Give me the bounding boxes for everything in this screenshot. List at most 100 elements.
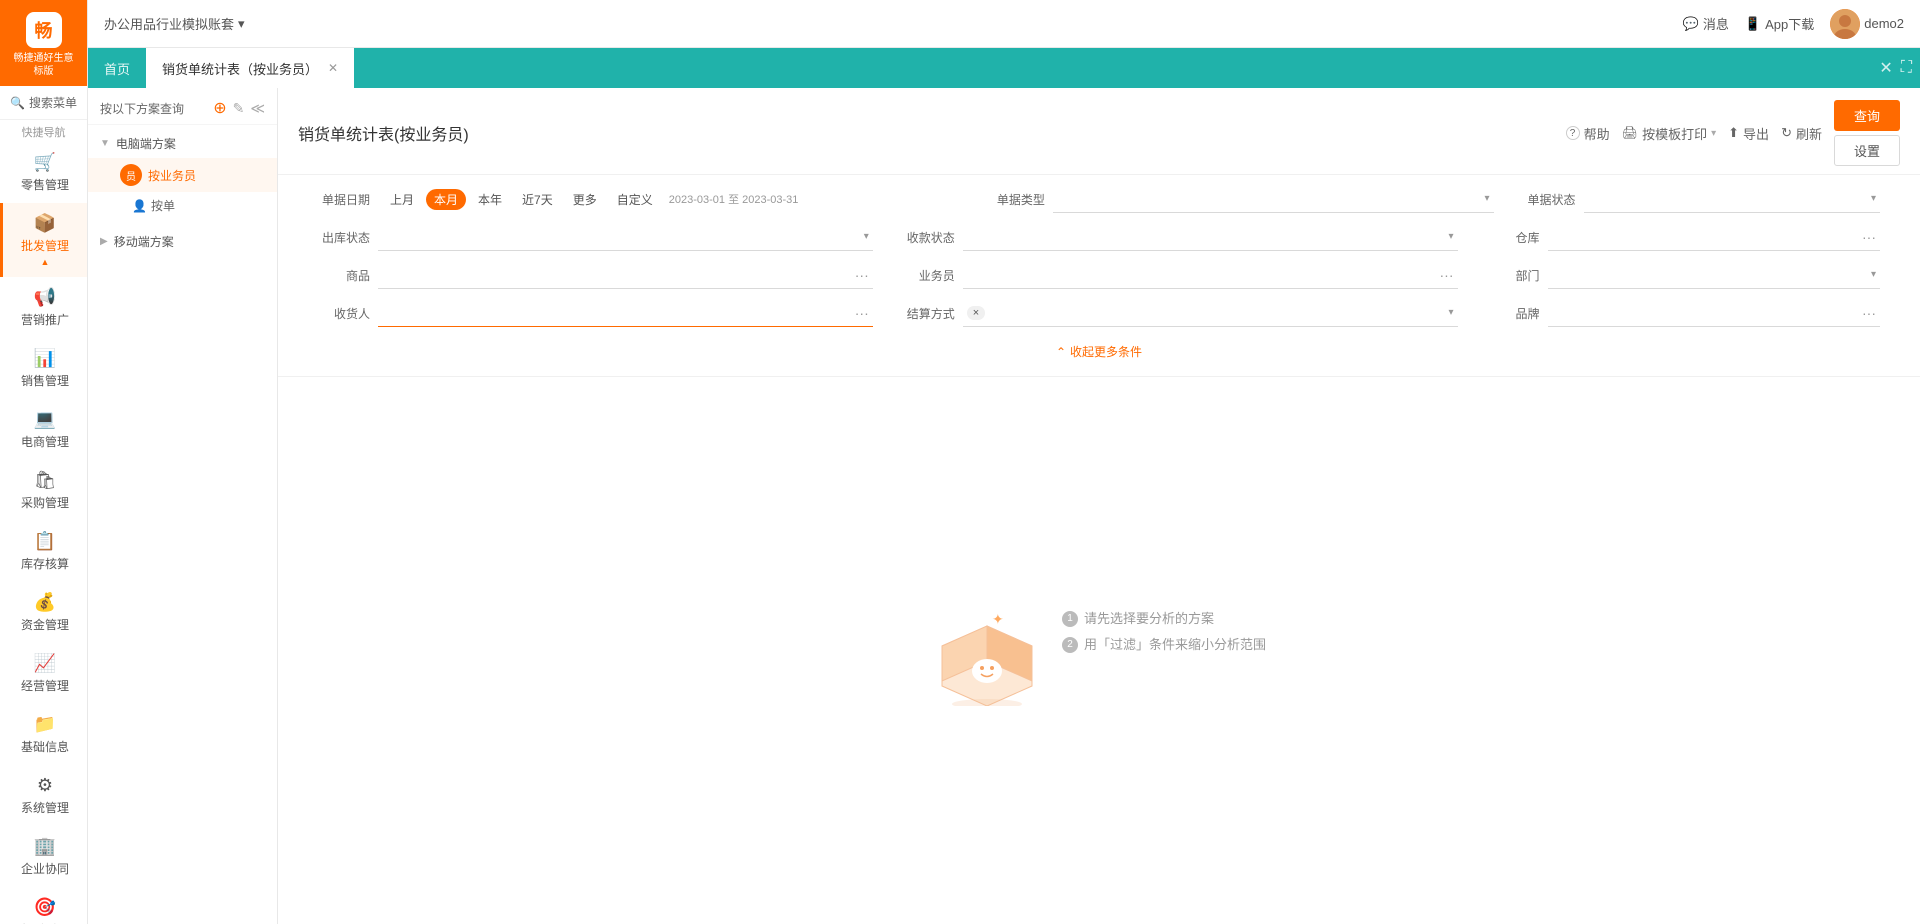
data-area: ✦ 1 请先选择要分析的方案 xyxy=(278,377,1920,924)
scheme-group-mobile: ▶ 移动端方案 xyxy=(88,223,277,260)
sidebar-item-finance[interactable]: 💰 资金管理 xyxy=(0,582,87,643)
doc-status-filter[interactable]: ▾ xyxy=(1584,185,1880,213)
tab-close-icon[interactable]: ✕ xyxy=(328,61,338,75)
salesperson-label: 业务员 xyxy=(893,267,963,284)
date-this-month[interactable]: 本月 xyxy=(426,189,466,210)
warehouse-filter[interactable]: ··· xyxy=(1548,223,1881,251)
scheme-item-by-salesperson[interactable]: 员 按业务员 xyxy=(88,158,277,192)
sidebar-item-enterprise-label: 企业协同 xyxy=(21,860,69,877)
date-custom[interactable]: 自定义 xyxy=(609,189,661,210)
workspace-selector[interactable]: 办公用品行业模拟账套 ▾ xyxy=(104,14,245,33)
sidebar-item-inventory[interactable]: 📋 库存核算 xyxy=(0,521,87,582)
refresh-icon: ↻ xyxy=(1781,125,1792,141)
query-button[interactable]: 查询 xyxy=(1834,100,1900,131)
help-button[interactable]: ? 帮助 xyxy=(1566,124,1610,143)
sidebar-item-finance-label: 资金管理 xyxy=(21,616,69,633)
page-title: 销货单统计表(按业务员) xyxy=(298,121,469,145)
date-bar: 上月 本月 本年 近7天 更多 自定义 2023-03-01 至 2023-03… xyxy=(382,189,959,210)
export-icon: ⬆ xyxy=(1728,125,1739,141)
dept-dropdown-icon: ▾ xyxy=(1871,269,1876,280)
ecommerce-icon: 💻 xyxy=(34,409,56,430)
goods-filter[interactable]: ··· xyxy=(378,261,873,289)
sidebar-item-wholesale-label: 批发管理 xyxy=(21,237,69,254)
dept-filter[interactable]: ▾ xyxy=(1548,261,1881,289)
tab-close-all-button[interactable]: ✕ xyxy=(1879,58,1892,78)
sidebar-item-newbie[interactable]: 🎯 新手引导 xyxy=(0,887,87,924)
sidebar-item-base[interactable]: 📁 基础信息 xyxy=(0,704,87,765)
doc-type-dropdown-icon: ▾ xyxy=(1485,193,1490,204)
scheme-group-desktop-header[interactable]: ▼ 电脑端方案 xyxy=(88,129,277,158)
topbar: 办公用品行业模拟账套 ▾ 💬 消息 📱 App下载 xyxy=(88,0,1920,48)
doc-type-filter[interactable]: ▾ xyxy=(1053,185,1494,213)
search-menu[interactable]: 🔍 搜索菜单 xyxy=(0,86,87,120)
help-icon: ? xyxy=(1566,126,1580,140)
scheme-group-desktop-label: 电脑端方案 xyxy=(116,135,176,152)
dept-label: 部门 xyxy=(1478,267,1548,284)
date-last-month[interactable]: 上月 xyxy=(382,189,422,210)
setting-button[interactable]: 设置 xyxy=(1834,135,1900,166)
out-status-dropdown-icon: ▾ xyxy=(864,231,869,242)
export-label: 导出 xyxy=(1743,124,1769,143)
date-label: 单据日期 xyxy=(298,191,378,208)
user-menu[interactable]: demo2 xyxy=(1830,9,1904,39)
receiver-ellipsis-icon: ··· xyxy=(855,305,869,321)
receiver-filter[interactable]: ··· xyxy=(378,299,873,327)
export-button[interactable]: ⬆ 导出 xyxy=(1728,124,1769,143)
tab-sales-stat[interactable]: 销货单统计表（按业务员） ✕ xyxy=(146,48,354,88)
date-last-7[interactable]: 近7天 xyxy=(514,189,561,210)
scheme-item-by-salesperson-label: 按业务员 xyxy=(148,167,196,184)
payment-filter[interactable]: × ▾ xyxy=(963,299,1458,327)
date-this-year[interactable]: 本年 xyxy=(470,189,510,210)
hint-1-text: 请先选择要分析的方案 xyxy=(1084,606,1214,632)
tab-home[interactable]: 首页 xyxy=(88,48,146,88)
filter-area: 单据日期 上月 本月 本年 近7天 更多 自定义 2023-03-01 至 20… xyxy=(278,175,1920,377)
sidebar-item-retail[interactable]: 🛒 零售管理 xyxy=(0,142,87,203)
payment-label: 结算方式 xyxy=(893,305,963,322)
workspace-name: 办公用品行业模拟账套 xyxy=(104,14,234,33)
logo-icon: 畅 xyxy=(26,12,62,48)
sidebar-item-operations[interactable]: 📈 经营管理 xyxy=(0,643,87,704)
sidebar-item-inventory-label: 库存核算 xyxy=(21,555,69,572)
logo-text: 畅捷通好生意标版 xyxy=(14,52,74,78)
refresh-button[interactable]: ↻ 刷新 xyxy=(1781,124,1822,143)
sidebar-item-marketing[interactable]: 📢 营销推广 xyxy=(0,277,87,338)
sidebar-item-system[interactable]: ⚙ 系统管理 xyxy=(0,765,87,826)
payment-tag-close[interactable]: × xyxy=(973,307,979,319)
warehouse-ellipsis-icon: ··· xyxy=(1862,229,1876,245)
scheme-subitem-by-order[interactable]: 👤 按单 xyxy=(88,192,277,219)
left-panel: 按以下方案查询 ⊕ ✎ ≪ ▼ 电脑端方案 员 按业务员 👤 按 xyxy=(88,88,278,924)
edit-scheme-button[interactable]: ✎ xyxy=(233,100,245,117)
scheme-group-mobile-header[interactable]: ▶ 移动端方案 xyxy=(88,227,277,256)
goods-ellipsis-icon: ··· xyxy=(855,267,869,283)
scheme-item-dot: 员 xyxy=(120,164,142,186)
quick-nav[interactable]: 快捷导航 xyxy=(0,120,87,142)
sidebar-item-sales[interactable]: 📊 销售管理 xyxy=(0,338,87,399)
add-scheme-button[interactable]: ⊕ xyxy=(213,98,226,118)
empty-illustration: ✦ 1 请先选择要分析的方案 xyxy=(932,606,1266,696)
scheme-group-desktop: ▼ 电脑端方案 员 按业务员 👤 按单 xyxy=(88,125,277,223)
salesperson-filter[interactable]: ··· xyxy=(963,261,1458,289)
left-panel-title: 按以下方案查询 xyxy=(100,100,184,117)
sidebar-item-wholesale[interactable]: 📦 批发管理 ▲ xyxy=(0,203,87,277)
sidebar-item-purchase[interactable]: 🛍 采购管理 xyxy=(0,460,87,521)
doc-type-label: 单据类型 xyxy=(983,191,1053,208)
date-range-display: 2023-03-01 至 2023-03-31 xyxy=(669,191,799,207)
message-button[interactable]: 💬 消息 xyxy=(1683,14,1729,33)
receipt-status-filter[interactable]: ▾ xyxy=(963,223,1458,251)
out-status-filter[interactable]: ▾ xyxy=(378,223,873,251)
print-button[interactable]: 🖨 按模板打印 ▾ xyxy=(1622,124,1717,143)
print-icon: 🖨 xyxy=(1622,125,1639,141)
brand-filter[interactable]: ··· xyxy=(1548,299,1881,327)
hint-item-2: 2 用「过滤」条件来缩小分析范围 xyxy=(1062,632,1266,658)
sidebar-item-ecommerce[interactable]: 💻 电商管理 xyxy=(0,399,87,460)
brand-label: 品牌 xyxy=(1478,305,1548,322)
collapse-panel-button[interactable]: ≪ xyxy=(250,100,265,117)
sidebar-item-enterprise[interactable]: 🏢 企业协同 xyxy=(0,826,87,887)
people-icon: 👤 xyxy=(132,199,147,213)
app-download-button[interactable]: 📱 App下载 xyxy=(1745,14,1814,33)
payment-dropdown-icon: ▾ xyxy=(1448,307,1453,318)
filter-collapse-button[interactable]: ⌃ 收起更多条件 xyxy=(298,337,1900,366)
filter-row-4: 收货人 ··· 结算方式 × ▾ 品牌 xyxy=(298,299,1900,327)
tab-expand-button[interactable]: ⛶ xyxy=(1901,59,1912,77)
date-more[interactable]: 更多 xyxy=(565,189,605,210)
